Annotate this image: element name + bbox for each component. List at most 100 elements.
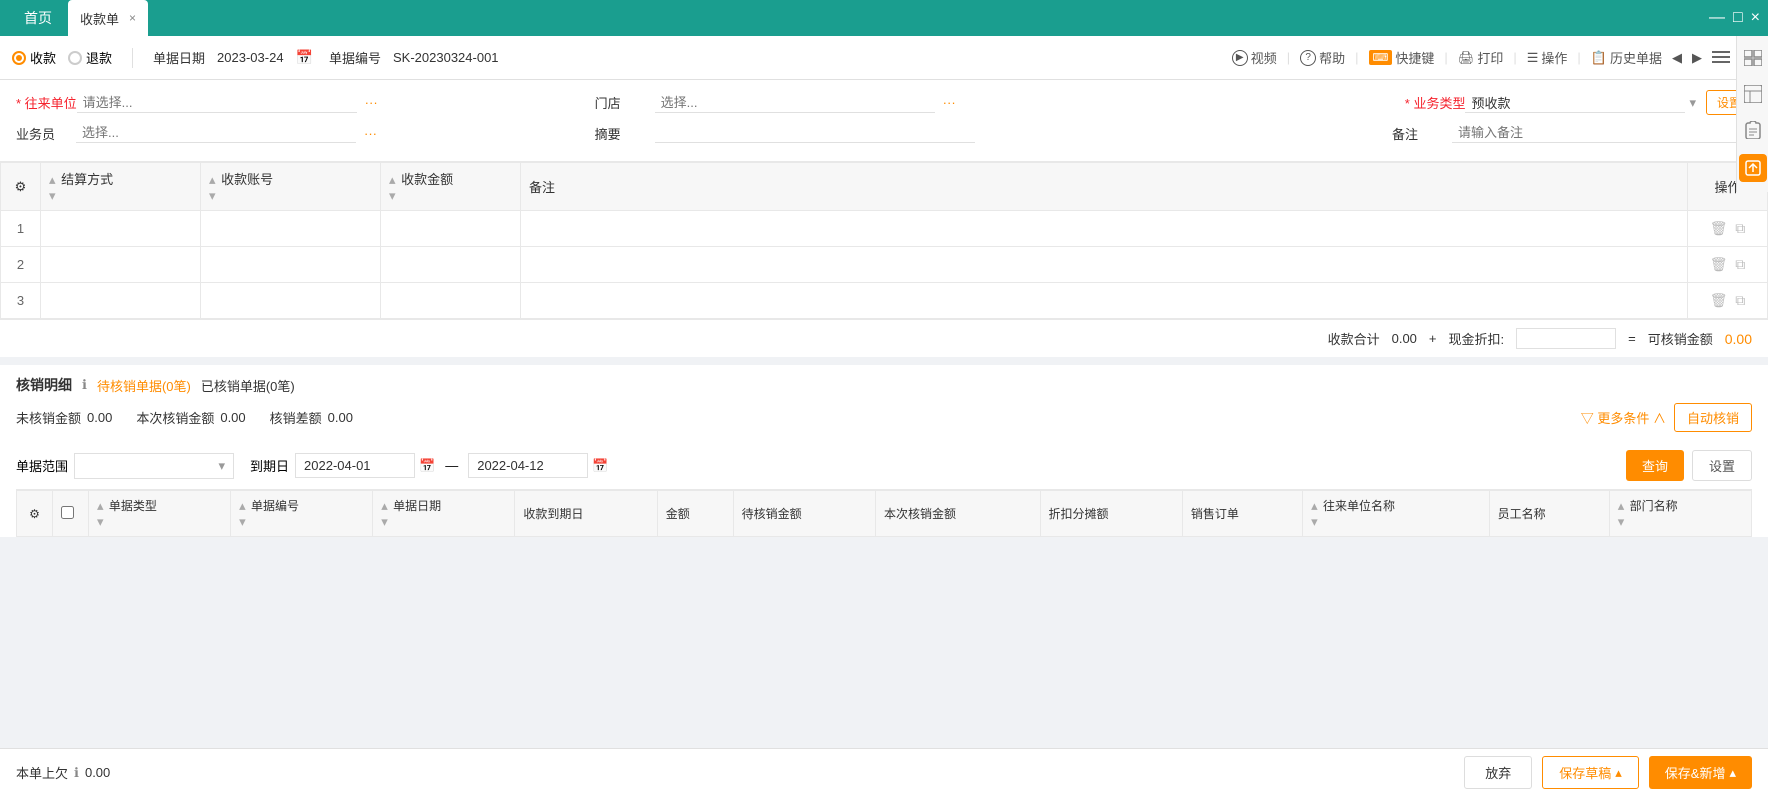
copy-icon-2[interactable]: ⧉ (1735, 256, 1745, 272)
date-from-input[interactable] (295, 453, 415, 478)
amount-cell-3[interactable] (381, 283, 521, 319)
action-cell-1: 🗑 ⧉ (1688, 211, 1768, 247)
history-btn[interactable]: 📋 历史单据 (1591, 48, 1662, 67)
copy-icon-3[interactable]: ⧉ (1735, 292, 1745, 308)
biz-type-label: * 业务类型 (1405, 93, 1466, 112)
date-to-input[interactable] (468, 453, 588, 478)
filter-buttons: 查询 设置 (1626, 450, 1752, 481)
print-btn[interactable]: 🖨 打印 (1458, 48, 1504, 67)
shortcut-btn[interactable]: ⌨ 快捷键 (1369, 48, 1435, 67)
row-num-3: 3 (1, 283, 41, 319)
nav-right-btn[interactable]: ▶ (1692, 50, 1702, 66)
col-pending-amount: 待核销金额 (733, 491, 875, 537)
account-cell-3[interactable] (201, 283, 381, 319)
amount-cell-1[interactable] (381, 211, 521, 247)
plus-sign: + (1429, 331, 1437, 346)
delete-icon-2[interactable]: 🗑 (1710, 256, 1728, 272)
remark-cell-2[interactable] (521, 247, 1688, 283)
abstract-input[interactable] (655, 123, 975, 143)
this-order-info-icon[interactable]: ℹ (74, 765, 79, 781)
amount-cell-2[interactable] (381, 247, 521, 283)
counterparty-input[interactable] (77, 93, 357, 113)
sidebar-icon-2[interactable] (1741, 82, 1765, 106)
pending-tab[interactable]: 待核销单据(0笔) (97, 376, 191, 395)
account-cell-1[interactable] (201, 211, 381, 247)
video-btn[interactable]: ▶ 视频 (1232, 48, 1277, 67)
copy-icon-1[interactable]: ⧉ (1735, 220, 1745, 236)
sort-icon: ▴▾ (49, 172, 56, 204)
setting-button[interactable]: 设置 (1692, 450, 1752, 481)
delete-icon-3[interactable]: 🗑 (1710, 292, 1728, 308)
unverified-label: 未核销金额 (16, 408, 81, 427)
tab-home[interactable]: 首页 (8, 0, 68, 36)
filter-row: 单据范围 ▾ 到期日 📅 — 📅 查询 设 (16, 442, 1752, 490)
table-row: 2 🗑 ⧉ (1, 247, 1768, 283)
operate-label: 操作 (1541, 48, 1567, 67)
this-order-label: 本单上欠 (16, 763, 68, 782)
tab-close-icon[interactable]: × (129, 11, 136, 25)
help-btn[interactable]: ? 帮助 (1300, 48, 1345, 67)
select-all-checkbox[interactable] (61, 506, 74, 519)
shop-dots-icon[interactable]: ··· (943, 95, 956, 110)
operate-btn[interactable]: ☰ 操作 (1527, 48, 1568, 67)
table-settings-icon[interactable]: ⚙ (15, 179, 27, 194)
write-off-title: 核销明细 (16, 375, 72, 395)
calendar-icon[interactable]: 📅 (296, 49, 313, 66)
date-from-calendar-icon[interactable]: 📅 (419, 458, 435, 474)
nav-left-btn[interactable]: ◀ (1672, 50, 1682, 66)
shop-input[interactable] (655, 93, 935, 113)
sidebar-icon-3[interactable] (1741, 118, 1765, 142)
account-col-label: 收款账号 (221, 172, 273, 187)
save-draft-button[interactable]: 保存草稿 ▴ (1542, 756, 1639, 789)
more-conditions-link[interactable]: ▽ 更多条件 ∧ (1581, 408, 1666, 427)
discount-input[interactable] (1516, 328, 1616, 349)
delete-icon-1[interactable]: 🗑 (1710, 220, 1728, 236)
verifiable-label: 可核销金额 (1648, 329, 1713, 348)
window-minimize-icon[interactable]: — (1709, 9, 1725, 27)
sidebar-icon-4[interactable] (1739, 154, 1767, 182)
date-to-calendar-icon[interactable]: 📅 (592, 458, 608, 474)
date-to-group: 📅 (468, 453, 608, 478)
operate-icon: ☰ (1527, 50, 1539, 66)
radio-receipt[interactable]: 收款 (12, 48, 56, 67)
radio-refund[interactable]: 退款 (68, 48, 112, 67)
window-close-icon[interactable]: × (1751, 9, 1760, 27)
scope-select[interactable]: ▾ (74, 453, 234, 479)
sort-counterparty: ▴▾ (1311, 498, 1318, 530)
done-tab[interactable]: 已核销单据(0笔) (201, 376, 295, 395)
footer: 本单上欠 ℹ 0.00 放弃 保存草稿 ▴ 保存&新增 ▴ (0, 748, 1768, 796)
auto-write-off-button[interactable]: 自动核销 (1674, 403, 1752, 432)
bottom-settings-col[interactable]: ⚙ (17, 491, 53, 537)
counterparty-dots-icon[interactable]: ··· (365, 95, 378, 110)
salesman-dots-icon[interactable]: ··· (364, 126, 377, 141)
receipt-type-group: 收款 退款 (12, 48, 112, 67)
discard-button[interactable]: 放弃 (1464, 756, 1532, 789)
settlement-cell-3[interactable] (41, 283, 201, 319)
remark-cell-1[interactable] (521, 211, 1688, 247)
nav-left-icon: ◀ (1672, 50, 1682, 66)
summary-row: 收款合计 0.00 + 现金折扣: = 可核销金额 0.00 (0, 319, 1768, 357)
col-due-date: 收款到期日 (515, 491, 657, 537)
write-off-header: 核销明细 ℹ 待核销单据(0笔) 已核销单据(0笔) (16, 375, 1752, 395)
biz-type-input[interactable] (1465, 93, 1685, 113)
remark-cell-3[interactable] (521, 283, 1688, 319)
settlement-cell-2[interactable] (41, 247, 201, 283)
salesman-input[interactable] (76, 123, 356, 143)
shop-col: 门店 ··· (595, 93, 1174, 113)
settlement-cell-1[interactable] (41, 211, 201, 247)
sidebar-icon-1[interactable] (1741, 46, 1765, 70)
query-button[interactable]: 查询 (1626, 450, 1684, 481)
write-off-actions: ▽ 更多条件 ∧ 自动核销 (1581, 403, 1752, 432)
biz-type-chevron-icon[interactable]: ▾ (1689, 95, 1696, 111)
print-icon: 🖨 (1458, 50, 1475, 66)
layout-icon[interactable] (1712, 51, 1730, 65)
tab-receipt[interactable]: 收款单 × (68, 0, 148, 36)
write-off-section: 核销明细 ℹ 待核销单据(0笔) 已核销单据(0笔) 未核销金额 0.00 本次… (0, 365, 1768, 537)
window-restore-icon[interactable]: □ (1733, 9, 1743, 27)
save-new-button[interactable]: 保存&新增 ▴ (1649, 756, 1752, 789)
footer-buttons: 放弃 保存草稿 ▴ 保存&新增 ▴ (1464, 756, 1752, 789)
remark-input[interactable] (1452, 123, 1752, 143)
account-cell-2[interactable] (201, 247, 381, 283)
write-off-info-icon[interactable]: ℹ (82, 377, 87, 393)
settings-col-header[interactable]: ⚙ (1, 163, 41, 211)
